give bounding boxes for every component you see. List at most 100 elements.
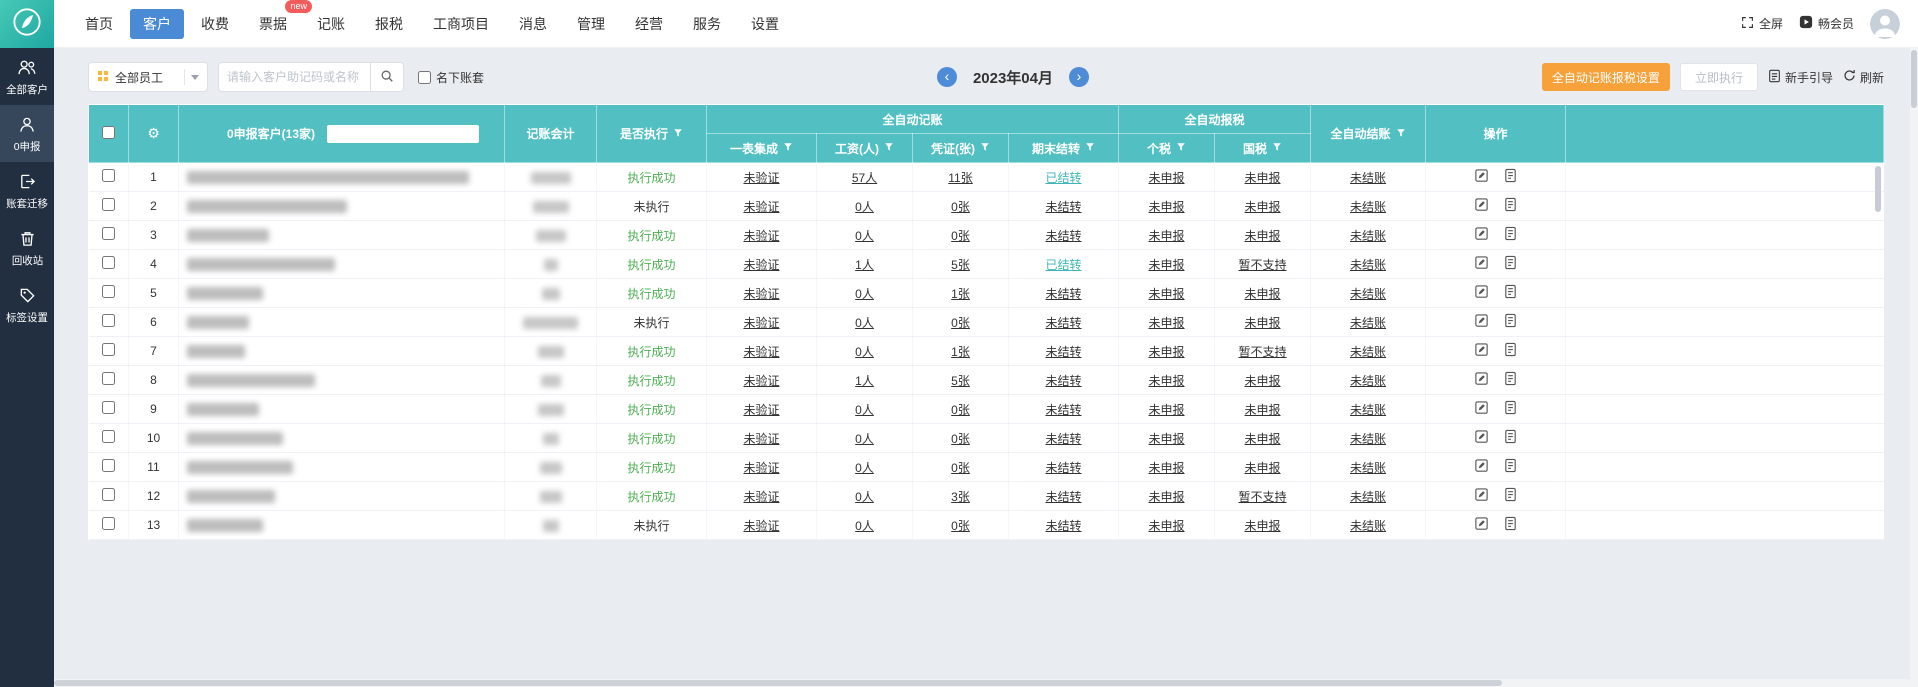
national-tax-link[interactable]: 未申报 — [1245, 403, 1281, 417]
nav-item-tax-filing[interactable]: 报税 — [362, 9, 416, 39]
avatar[interactable] — [1870, 8, 1900, 39]
search-button[interactable] — [370, 62, 404, 92]
yibiao-link[interactable]: 未验证 — [743, 374, 779, 388]
report-icon[interactable] — [1496, 400, 1525, 418]
salary-link[interactable]: 0人 — [855, 461, 874, 475]
closing-link[interactable]: 未结账 — [1350, 316, 1386, 330]
voucher-link[interactable]: 0张 — [951, 229, 970, 243]
sidebar-item-account-migration[interactable]: 账套迁移 — [0, 162, 54, 219]
filter-funnel-icon[interactable] — [783, 141, 793, 155]
nav-item-management[interactable]: 管理 — [564, 9, 618, 39]
edit-icon[interactable] — [1467, 313, 1496, 331]
personal-tax-link[interactable]: 未申报 — [1149, 258, 1185, 272]
yibiao-link[interactable]: 未验证 — [743, 432, 779, 446]
carryover-link[interactable]: 未结转 — [1046, 490, 1082, 504]
filter-funnel-icon[interactable] — [884, 141, 894, 155]
edit-icon[interactable] — [1467, 458, 1496, 476]
report-icon[interactable] — [1496, 284, 1525, 302]
yibiao-link[interactable]: 未验证 — [743, 171, 779, 185]
closing-link[interactable]: 未结账 — [1350, 461, 1386, 475]
report-icon[interactable] — [1496, 487, 1525, 505]
closing-link[interactable]: 未结账 — [1350, 287, 1386, 301]
sidebar-item-tag-settings[interactable]: 标签设置 — [0, 276, 54, 333]
nav-item-settings[interactable]: 设置 — [738, 9, 792, 39]
page-horizontal-scrollbar[interactable] — [54, 679, 1910, 687]
filter-funnel-icon[interactable] — [673, 127, 683, 141]
yibiao-column-header[interactable]: 一表集成 — [706, 133, 817, 163]
voucher-link[interactable]: 0张 — [951, 200, 970, 214]
report-icon[interactable] — [1496, 516, 1525, 534]
filter-funnel-icon[interactable] — [1396, 127, 1406, 141]
closing-link[interactable]: 未结账 — [1350, 229, 1386, 243]
refresh-button[interactable]: 刷新 — [1843, 69, 1884, 86]
own-accounts-checkbox[interactable] — [418, 70, 431, 84]
sidebar-item-zero-declare[interactable]: 0申报 — [0, 105, 54, 163]
voucher-link[interactable]: 5张 — [951, 374, 970, 388]
voucher-column-header[interactable]: 凭证(张) — [912, 133, 1009, 163]
salary-link[interactable]: 0人 — [855, 490, 874, 504]
select-all-checkbox[interactable] — [102, 125, 115, 139]
search-input[interactable] — [218, 62, 370, 92]
edit-icon[interactable] — [1467, 284, 1496, 302]
yibiao-link[interactable]: 未验证 — [743, 490, 779, 504]
salary-column-header[interactable]: 工资(人) — [816, 133, 913, 163]
edit-icon[interactable] — [1467, 255, 1496, 273]
voucher-link[interactable]: 5张 — [951, 258, 970, 272]
salary-link[interactable]: 0人 — [855, 287, 874, 301]
voucher-link[interactable]: 0张 — [951, 461, 970, 475]
personal-tax-link[interactable]: 未申报 — [1149, 229, 1185, 243]
salary-link[interactable]: 1人 — [855, 258, 874, 272]
row-checkbox[interactable] — [101, 488, 115, 501]
personal-tax-link[interactable]: 未申报 — [1149, 374, 1185, 388]
carryover-link[interactable]: 未结转 — [1046, 519, 1082, 533]
row-checkbox[interactable] — [101, 343, 115, 356]
edit-icon[interactable] — [1467, 429, 1496, 447]
member-button[interactable]: 畅会员 — [1799, 15, 1854, 32]
yibiao-link[interactable]: 未验证 — [743, 461, 779, 475]
edit-icon[interactable] — [1467, 400, 1496, 418]
national-tax-link[interactable]: 暂不支持 — [1239, 490, 1287, 504]
personal-tax-link[interactable]: 未申报 — [1149, 316, 1185, 330]
gear-icon[interactable]: ⚙ — [147, 125, 160, 141]
filter-funnel-icon[interactable] — [1176, 141, 1186, 155]
personal-tax-column-header[interactable]: 个税 — [1118, 133, 1216, 163]
yibiao-link[interactable]: 未验证 — [743, 316, 779, 330]
guide-button[interactable]: 新手引导 — [1768, 69, 1833, 86]
row-checkbox[interactable] — [101, 314, 115, 327]
carryover-link[interactable]: 未结转 — [1046, 345, 1082, 359]
employee-filter-select[interactable]: 全部员工 — [88, 62, 208, 92]
yibiao-link[interactable]: 未验证 — [743, 200, 779, 214]
personal-tax-link[interactable]: 未申报 — [1149, 171, 1185, 185]
voucher-link[interactable]: 0张 — [951, 403, 970, 417]
table-scrollbar-thumb[interactable] — [1875, 166, 1881, 212]
carryover-link[interactable]: 未结转 — [1046, 229, 1082, 243]
page-vertical-scrollbar[interactable] — [1910, 48, 1918, 687]
report-icon[interactable] — [1496, 429, 1525, 447]
salary-link[interactable]: 57人 — [852, 171, 877, 185]
yibiao-link[interactable]: 未验证 — [743, 519, 779, 533]
nav-item-bookkeeping[interactable]: 记账 — [304, 9, 358, 39]
voucher-link[interactable]: 11张 — [948, 171, 972, 185]
nav-item-messages[interactable]: 消息 — [506, 9, 560, 39]
carryover-column-header[interactable]: 期末结转 — [1007, 133, 1120, 163]
sidebar-item-recycle-bin[interactable]: 回收站 — [0, 219, 54, 276]
yibiao-link[interactable]: 未验证 — [743, 258, 779, 272]
salary-link[interactable]: 0人 — [855, 229, 874, 243]
carryover-link[interactable]: 已结转 — [1046, 258, 1082, 272]
national-tax-link[interactable]: 未申报 — [1245, 171, 1281, 185]
carryover-link[interactable]: 已结转 — [1046, 171, 1082, 185]
row-checkbox[interactable] — [101, 285, 115, 298]
voucher-link[interactable]: 1张 — [951, 287, 970, 301]
national-tax-link[interactable]: 暂不支持 — [1239, 258, 1287, 272]
edit-icon[interactable] — [1467, 342, 1496, 360]
nav-item-home[interactable]: 首页 — [72, 9, 126, 39]
sidebar-item-all-customers[interactable]: 全部客户 — [0, 48, 54, 105]
nav-item-services[interactable]: 服务 — [680, 9, 734, 39]
yibiao-link[interactable]: 未验证 — [743, 403, 779, 417]
national-tax-link[interactable]: 未申报 — [1245, 461, 1281, 475]
personal-tax-link[interactable]: 未申报 — [1149, 461, 1185, 475]
row-checkbox[interactable] — [101, 459, 115, 472]
prev-month-button[interactable]: ‹ — [936, 67, 957, 87]
nav-item-operations[interactable]: 经营 — [622, 9, 676, 39]
closing-link[interactable]: 未结账 — [1350, 490, 1386, 504]
